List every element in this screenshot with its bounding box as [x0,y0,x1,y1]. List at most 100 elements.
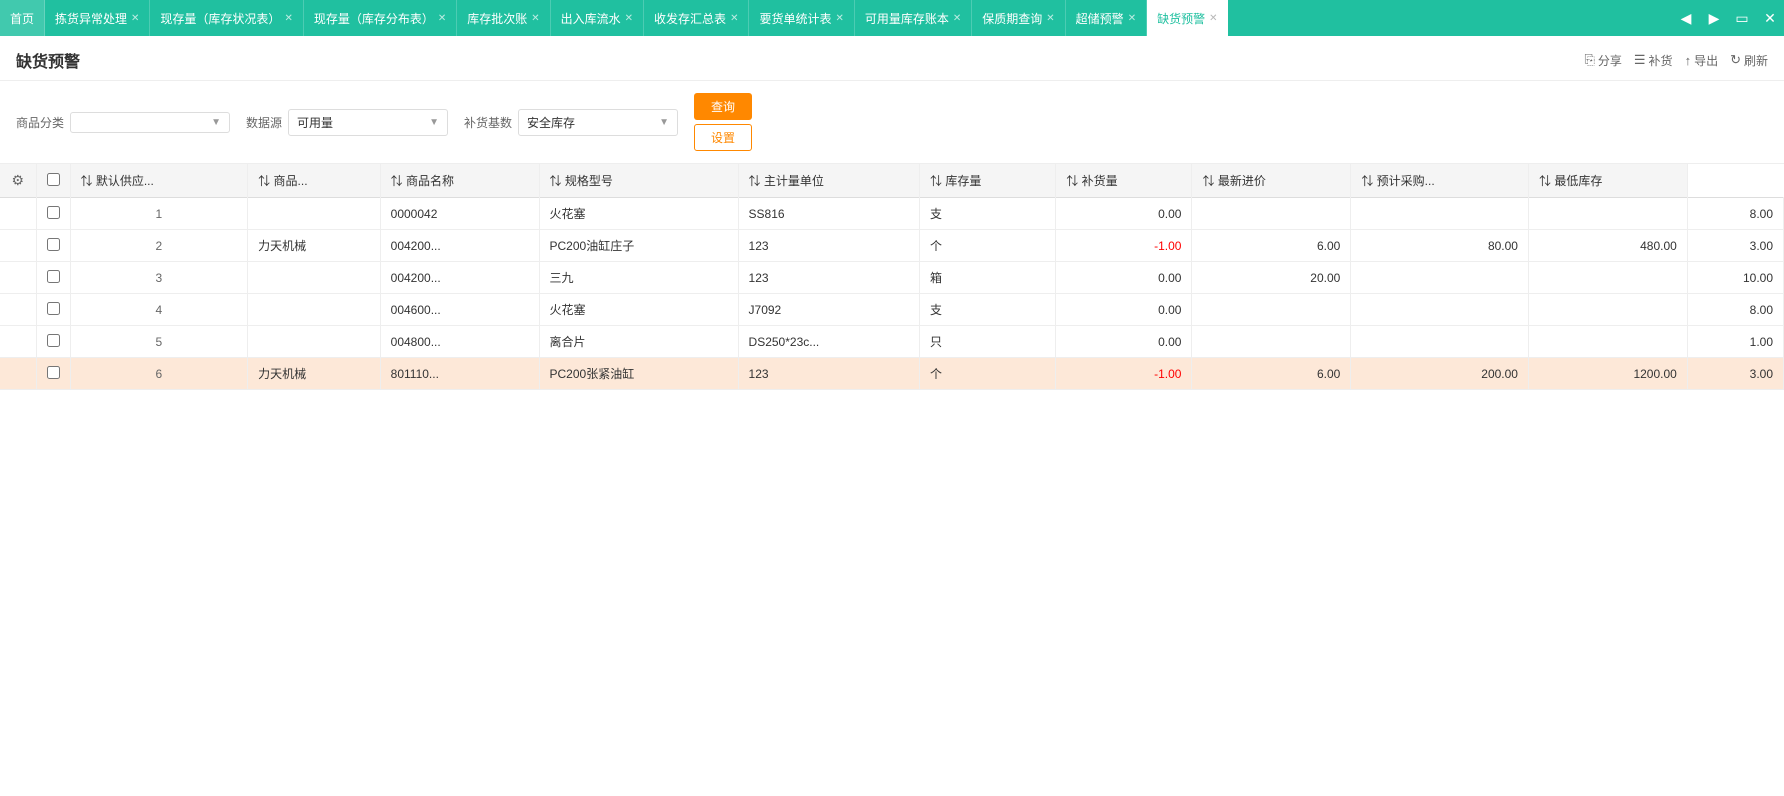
row-settings-cell [0,294,36,326]
row-spec: DS250*23c... [738,326,919,358]
col-goods-code-header[interactable]: ⇅ 商品... [248,164,380,198]
row-checkbox-cell[interactable] [36,198,70,230]
close-tab-6-icon[interactable]: ✕ [730,13,738,24]
row-checkbox[interactable] [47,270,60,283]
row-checkbox-cell[interactable] [36,326,70,358]
row-checkbox-cell[interactable] [36,294,70,326]
row-index: 1 [70,198,248,230]
row-goods-code: 801110... [380,358,539,390]
col-checkbox-header[interactable] [36,164,70,198]
nav-prev-button[interactable]: ◀ [1672,0,1700,36]
row-index: 3 [70,262,248,294]
nav-restore-button[interactable]: ▭ [1728,0,1756,36]
close-tab-2-icon[interactable]: ✕ [284,13,292,24]
row-spec: J7092 [738,294,919,326]
nav-tab-7[interactable]: 要货单统计表 ✕ [749,0,854,36]
export-icon: ↑ [1685,53,1692,68]
row-replenish-qty [1192,294,1351,326]
row-replenish-qty [1192,326,1351,358]
row-checkbox[interactable] [47,334,60,347]
col-estimated-purchase-header[interactable]: ⇅ 预计采购... [1351,164,1529,198]
row-settings-cell [0,262,36,294]
row-min-stock: 8.00 [1687,198,1783,230]
row-min-stock: 8.00 [1687,294,1783,326]
row-spec: SS816 [738,198,919,230]
nav-tab-11[interactable]: 缺货预警 ✕ [1147,0,1228,36]
row-estimated-purchase: 480.00 [1528,230,1687,262]
category-select[interactable]: ▼ [70,112,230,133]
filter-bar: 商品分类 ▼ 数据源 可用量 ▼ 补货基数 安全库存 ▼ 查询 设置 [0,81,1784,164]
row-spec: 123 [738,358,919,390]
datasource-filter-group: 数据源 可用量 ▼ [246,109,448,136]
row-spec: 123 [738,230,919,262]
nav-tab-4[interactable]: 库存批次账 ✕ [457,0,550,36]
row-min-stock: 3.00 [1687,230,1783,262]
row-stock: -1.00 [1056,230,1192,262]
nav-tab-8[interactable]: 可用量库存账本 ✕ [855,0,972,36]
row-checkbox[interactable] [47,238,60,251]
nav-next-button[interactable]: ▶ [1700,0,1728,36]
row-goods-code: 004800... [380,326,539,358]
page-title: 缺货预警 [16,48,1584,72]
nav-tab-10[interactable]: 超储预警 ✕ [1066,0,1147,36]
row-min-stock: 1.00 [1687,326,1783,358]
replenish-button[interactable]: ☰ 补货 [1634,52,1673,69]
col-unit-header[interactable]: ⇅ 主计量单位 [738,164,919,198]
refresh-icon: ↻ [1730,52,1741,68]
category-dropdown-arrow-icon: ▼ [211,117,221,128]
row-checkbox-cell[interactable] [36,262,70,294]
close-tab-1-icon[interactable]: ✕ [131,13,139,24]
settings-button[interactable]: 设置 [694,124,752,151]
nav-tab-9[interactable]: 保质期查询 ✕ [972,0,1065,36]
col-goods-name-header[interactable]: ⇅ 商品名称 [380,164,539,198]
row-checkbox-cell[interactable] [36,230,70,262]
nav-tab-2[interactable]: 现存量（库存状况表） ✕ [150,0,303,36]
row-replenish-qty: 6.00 [1192,230,1351,262]
nav-tab-6[interactable]: 收发存汇总表 ✕ [644,0,749,36]
col-replenish-qty-header[interactable]: ⇅ 补货量 [1056,164,1192,198]
replenish-select[interactable]: 安全库存 ▼ [518,109,678,136]
row-goods-code: 004200... [380,262,539,294]
col-supplier-header[interactable]: ⇅ 默认供应... [70,164,248,198]
close-tab-7-icon[interactable]: ✕ [835,13,843,24]
close-tab-10-icon[interactable]: ✕ [1128,13,1136,24]
row-index: 6 [70,358,248,390]
datasource-value: 可用量 [297,114,333,131]
col-stock-header[interactable]: ⇅ 库存量 [919,164,1055,198]
refresh-button[interactable]: ↻ 刷新 [1730,52,1768,69]
row-unit: 支 [919,198,1055,230]
row-checkbox[interactable] [47,302,60,315]
close-tab-11-icon[interactable]: ✕ [1209,13,1217,24]
row-checkbox-cell[interactable] [36,358,70,390]
close-tab-4-icon[interactable]: ✕ [531,13,539,24]
query-button[interactable]: 查询 [694,93,752,120]
row-checkbox[interactable] [47,206,60,219]
share-button[interactable]: ⎘ 分享 [1584,52,1621,69]
row-checkbox[interactable] [47,366,60,379]
close-tab-5-icon[interactable]: ✕ [625,13,633,24]
nav-tab-home[interactable]: 首页 [0,0,45,36]
select-all-checkbox[interactable] [47,173,60,186]
close-tab-8-icon[interactable]: ✕ [953,13,961,24]
export-button[interactable]: ↑ 导出 [1685,52,1719,69]
nav-tab-3[interactable]: 现存量（库存分布表） ✕ [304,0,457,36]
col-latest-price-header[interactable]: ⇅ 最新进价 [1192,164,1351,198]
row-unit: 个 [919,358,1055,390]
row-goods-name: 三九 [539,262,738,294]
header-actions: ⎘ 分享 ☰ 补货 ↑ 导出 ↻ 刷新 [1584,52,1768,69]
nav-tab-1[interactable]: 拣货异常处理 ✕ [45,0,150,36]
datasource-select[interactable]: 可用量 ▼ [288,109,448,136]
gear-icon[interactable]: ⚙ [11,172,24,188]
nav-tab-5[interactable]: 出入库流水 ✕ [551,0,644,36]
col-settings[interactable]: ⚙ [0,164,36,198]
row-estimated-purchase: 1200.00 [1528,358,1687,390]
table-row: 10000042火花塞SS816支0.008.00 [0,198,1784,230]
col-spec-header[interactable]: ⇅ 规格型号 [539,164,738,198]
row-supplier [248,262,380,294]
table-row: 3004200...三九123箱0.0020.0010.00 [0,262,1784,294]
col-min-stock-header[interactable]: ⇅ 最低库存 [1528,164,1687,198]
nav-close-button[interactable]: ✕ [1756,0,1784,36]
row-settings-cell [0,198,36,230]
close-tab-9-icon[interactable]: ✕ [1046,13,1054,24]
close-tab-3-icon[interactable]: ✕ [438,13,446,24]
